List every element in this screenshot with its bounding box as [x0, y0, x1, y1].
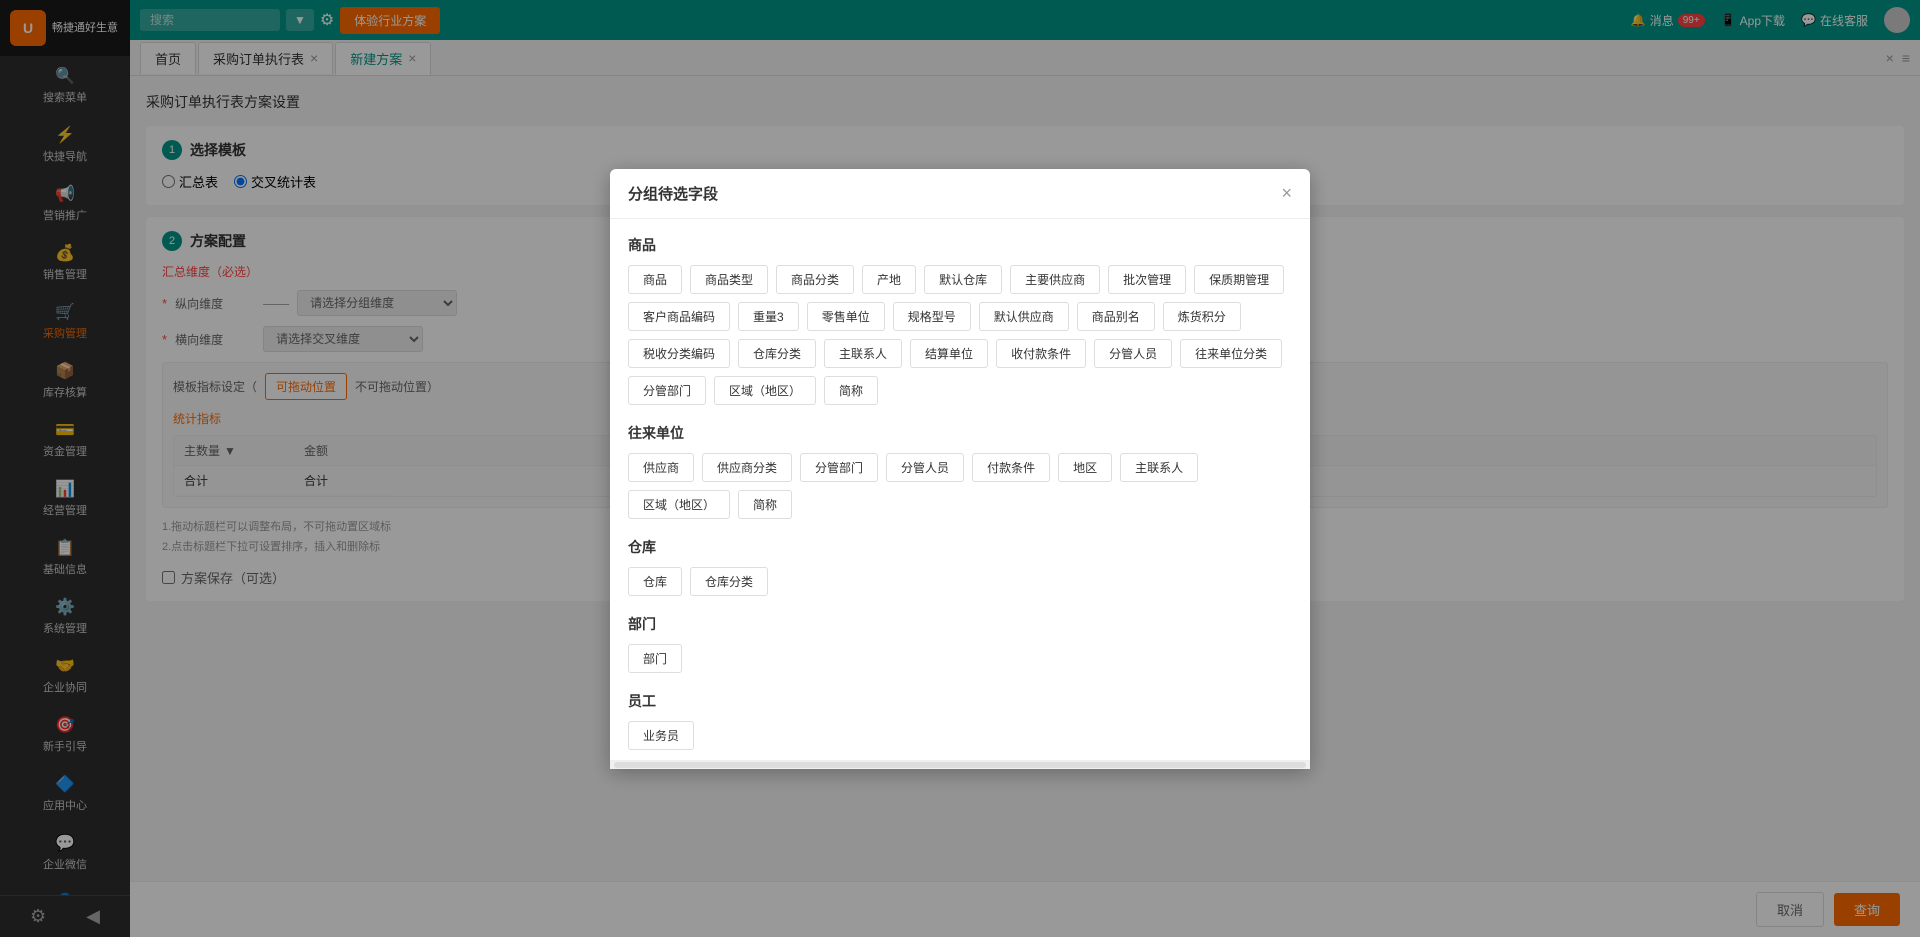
field-group-title: 往来单位	[628, 423, 1292, 443]
field-chip[interactable]: 区域（地区）	[628, 490, 730, 519]
field-chip[interactable]: 商品	[628, 265, 682, 294]
field-chip[interactable]: 部门	[628, 644, 682, 673]
field-chip[interactable]: 分管部门	[628, 376, 706, 405]
hscroll-bar	[614, 762, 1306, 768]
modal-title: 分组待选字段	[628, 183, 718, 204]
field-chips: 供应商供应商分类分管部门分管人员付款条件地区主联系人区域（地区） 简称	[628, 453, 1292, 519]
field-chip[interactable]: 默认供应商	[979, 302, 1069, 331]
field-chip[interactable]: 付款条件	[972, 453, 1050, 482]
field-chip[interactable]: 分管部门	[800, 453, 878, 482]
field-chip[interactable]: 客户商品编码	[628, 302, 730, 331]
field-chip[interactable]: 仓库分类	[738, 339, 816, 368]
field-chip[interactable]: 批次管理	[1108, 265, 1186, 294]
field-group-员工: 员工业务员	[628, 691, 1292, 750]
field-chip[interactable]: 收付款条件	[996, 339, 1086, 368]
field-group-往来单位: 往来单位供应商供应商分类分管部门分管人员付款条件地区主联系人区域（地区） 简称	[628, 423, 1292, 519]
field-chip[interactable]: 简称	[824, 376, 878, 405]
field-chip[interactable]: 商品别名	[1077, 302, 1155, 331]
field-chips: 仓库仓库分类	[628, 567, 1292, 596]
field-chip[interactable]: 规格型号	[893, 302, 971, 331]
field-chip[interactable]: 保质期管理	[1194, 265, 1284, 294]
field-chip[interactable]: 简称	[738, 490, 792, 519]
field-chip[interactable]: 主要供应商	[1010, 265, 1100, 294]
field-chip[interactable]: 分管人员	[1094, 339, 1172, 368]
modal-overlay: 分组待选字段 × 商品商品商品类型商品分类产地默认仓库主要供应商批次管理保质期管…	[0, 0, 1920, 937]
field-chips: 部门	[628, 644, 1292, 673]
field-chip[interactable]: 零售单位	[807, 302, 885, 331]
modal: 分组待选字段 × 商品商品商品类型商品分类产地默认仓库主要供应商批次管理保质期管…	[610, 169, 1310, 769]
field-chips: 业务员	[628, 721, 1292, 750]
field-chip[interactable]: 产地	[862, 265, 916, 294]
field-chip[interactable]: 结算单位	[910, 339, 988, 368]
field-chip[interactable]: 商品类型	[690, 265, 768, 294]
field-group-商品: 商品商品商品类型商品分类产地默认仓库主要供应商批次管理保质期管理客户商品编码重量…	[628, 235, 1292, 405]
field-group-title: 仓库	[628, 537, 1292, 557]
field-chips: 商品商品类型商品分类产地默认仓库主要供应商批次管理保质期管理客户商品编码重量3 零…	[628, 265, 1292, 405]
field-chip[interactable]: 商品分类	[776, 265, 854, 294]
field-chip[interactable]: 税收分类编码	[628, 339, 730, 368]
field-chip[interactable]: 地区	[1058, 453, 1112, 482]
field-chip[interactable]: 往来单位分类	[1180, 339, 1282, 368]
field-chip[interactable]: 区域（地区）	[714, 376, 816, 405]
field-group-title: 商品	[628, 235, 1292, 255]
modal-body[interactable]: 商品商品商品类型商品分类产地默认仓库主要供应商批次管理保质期管理客户商品编码重量…	[610, 219, 1310, 761]
field-group-仓库: 仓库仓库仓库分类	[628, 537, 1292, 596]
field-chip[interactable]: 默认仓库	[924, 265, 1002, 294]
field-chip[interactable]: 供应商	[628, 453, 694, 482]
field-chip[interactable]: 供应商分类	[702, 453, 792, 482]
field-chip[interactable]: 重量3	[738, 302, 799, 331]
field-group-title: 员工	[628, 691, 1292, 711]
field-chip[interactable]: 炼货积分	[1163, 302, 1241, 331]
field-chip[interactable]: 分管人员	[886, 453, 964, 482]
field-chip[interactable]: 仓库	[628, 567, 682, 596]
field-chip[interactable]: 仓库分类	[690, 567, 768, 596]
modal-horizontal-scrollbar[interactable]	[610, 760, 1310, 768]
modal-header: 分组待选字段 ×	[610, 169, 1310, 219]
field-chip[interactable]: 主联系人	[1120, 453, 1198, 482]
modal-close-btn[interactable]: ×	[1281, 183, 1292, 204]
field-group-部门: 部门部门	[628, 614, 1292, 673]
field-chip[interactable]: 主联系人	[824, 339, 902, 368]
field-chip[interactable]: 业务员	[628, 721, 694, 750]
field-group-title: 部门	[628, 614, 1292, 634]
